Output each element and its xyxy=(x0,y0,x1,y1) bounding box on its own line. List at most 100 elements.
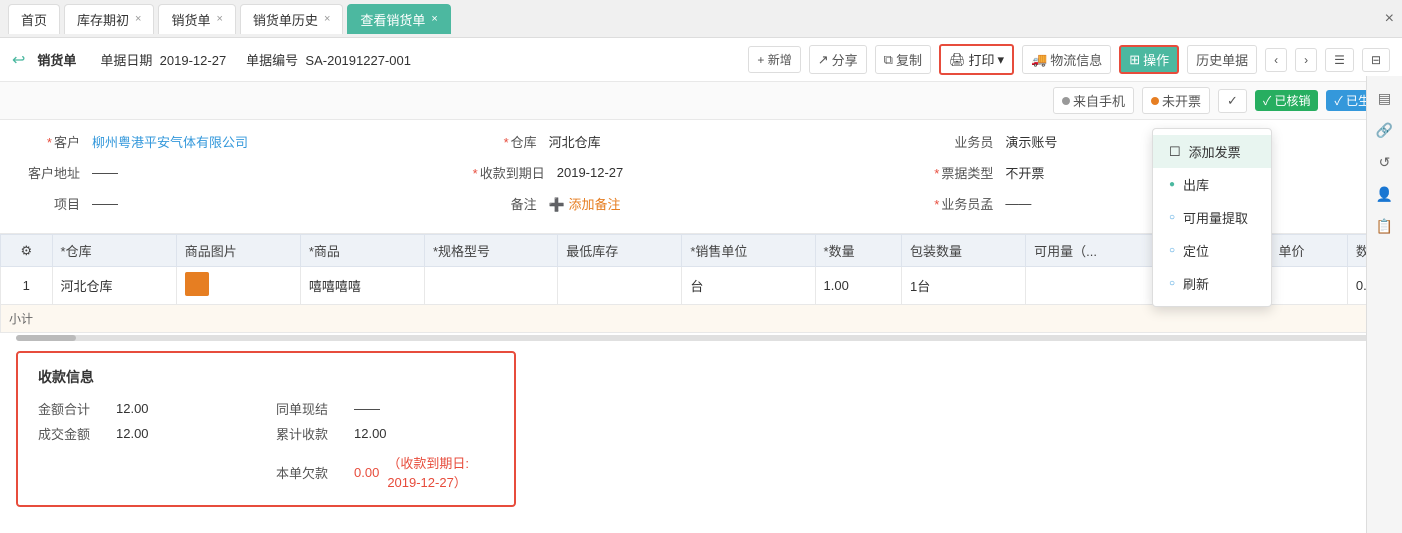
tab-sales-order[interactable]: 销货单 × xyxy=(158,4,235,34)
due-date-label: 收款到期日 xyxy=(473,163,551,182)
logistics-button[interactable]: 🚚 物流信息 xyxy=(1022,45,1111,74)
refresh-label: 刷新 xyxy=(1183,274,1209,293)
sidebar-icon-3[interactable]: ↺ xyxy=(1371,148,1399,176)
add-invoice-item[interactable]: ☐ 添加发票 xyxy=(1153,135,1271,168)
tab-home[interactable]: 首页 xyxy=(8,4,60,34)
arrears-label: 本单欠款 xyxy=(276,463,346,482)
close-sales-order[interactable]: × xyxy=(216,13,222,25)
project-value: —— xyxy=(86,194,266,213)
share-button[interactable]: ↗ 分享 xyxy=(809,45,867,74)
outbound-icon: ● xyxy=(1169,179,1175,190)
tab-inventory-init[interactable]: 库存期初 × xyxy=(64,4,154,34)
transaction-value: 12.00 xyxy=(116,426,149,441)
col-price: 单价 xyxy=(1270,235,1347,267)
truck-icon: 🚚 xyxy=(1031,52,1047,68)
doc-title: 销货单 xyxy=(37,50,76,69)
window-close-icon[interactable]: × xyxy=(1385,10,1394,28)
subtotal-row: 小计 xyxy=(1,305,1402,333)
available-qty-icon: ○ xyxy=(1169,212,1175,223)
col-warehouse: *仓库 xyxy=(52,235,176,267)
outbound-item[interactable]: ● 出库 xyxy=(1153,168,1271,201)
address-value: —— xyxy=(86,163,266,182)
warehouse-value: 河北仓库 xyxy=(543,130,723,153)
available-qty-item[interactable]: ○ 可用量提取 xyxy=(1153,201,1271,234)
operation-button[interactable]: ⊞ 操作 xyxy=(1119,45,1179,74)
cumulative-item: 累计收款 12.00 xyxy=(276,424,494,443)
staff-label: 业务员 xyxy=(929,132,999,151)
row-warehouse: 河北仓库 xyxy=(52,267,176,305)
tab-view-sales[interactable]: 查看销货单 × xyxy=(347,4,450,34)
from-phone-button[interactable]: 来自手机 xyxy=(1053,87,1134,114)
prev-button[interactable]: ‹ xyxy=(1265,48,1287,72)
main-toolbar: ↩ 销货单 单据日期 2019-12-27 单据编号 SA-20191227-0… xyxy=(0,38,1402,82)
number-label: 单据编号 SA-20191227-001 xyxy=(246,50,411,69)
close-sales-history[interactable]: × xyxy=(324,13,330,25)
project-label: 项目 xyxy=(16,194,86,213)
row-img xyxy=(176,267,300,305)
right-sidebar: ▤ 🔗 ↺ 👤 📋 ⛶ xyxy=(1366,76,1402,533)
row-spec xyxy=(424,267,557,305)
row-price xyxy=(1270,267,1347,305)
new-button[interactable]: + 新增 xyxy=(748,46,800,73)
refresh-item[interactable]: ○ 刷新 xyxy=(1153,267,1271,300)
product-image xyxy=(185,272,209,296)
sidebar-icon-5[interactable]: 📋 xyxy=(1371,212,1399,240)
grid-icon: ⊞ xyxy=(1129,52,1140,68)
invoice-dot-icon xyxy=(1151,97,1159,105)
outbound-label: 出库 xyxy=(1183,175,1209,194)
address-label: 客户地址 xyxy=(16,163,86,182)
operation-dropdown: ☐ 添加发票 ● 出库 ○ 可用量提取 ○ 定位 ○ 刷新 xyxy=(1152,128,1272,307)
share-icon: ↗ xyxy=(818,52,829,68)
transaction-label: 成交金额 xyxy=(38,424,108,443)
col-unit: *销售单位 xyxy=(682,235,815,267)
add-note-btn[interactable]: ➕ 添加备注 xyxy=(543,192,723,215)
print-dropdown-icon: ▾ xyxy=(998,52,1005,68)
col-available: 可用量（... xyxy=(1026,235,1170,267)
sub-toolbar: 来自手机 未开票 ✓ ✓ 已核销 ✓ 已生效 xyxy=(0,82,1402,120)
customer-value[interactable]: 柳州粤港平安气体有限公司 xyxy=(86,130,266,153)
tab-bar: 首页 库存期初 × 销货单 × 销货单历史 × 查看销货单 × × xyxy=(0,0,1402,38)
horizontal-scrollbar[interactable] xyxy=(16,335,1386,341)
plus-icon: ➕ xyxy=(549,197,565,212)
available-qty-label: 可用量提取 xyxy=(1183,208,1248,227)
arrears-value: 0.00 xyxy=(354,465,379,480)
due-date-value: 2019-12-27 xyxy=(551,163,731,182)
tab-inventory-label: 库存期初 xyxy=(77,10,129,29)
scrollbar-thumb[interactable] xyxy=(16,335,76,341)
close-inventory-init[interactable]: × xyxy=(135,13,141,25)
row-qty: 1.00 xyxy=(815,267,901,305)
row-unit: 台 xyxy=(682,267,815,305)
total-value: 12.00 xyxy=(116,401,149,416)
customer-label: 客户 xyxy=(16,132,86,151)
row-available xyxy=(1026,267,1170,305)
list-view-button[interactable]: ☰ xyxy=(1325,48,1354,72)
sidebar-icon-1[interactable]: ▤ xyxy=(1371,84,1399,112)
grid-view-button[interactable]: ⊟ xyxy=(1362,48,1390,72)
print-button[interactable]: 🖨 打印 ▾ xyxy=(939,44,1014,75)
not-open-button[interactable]: 未开票 xyxy=(1142,87,1210,114)
copy-button[interactable]: ⧉ 复制 xyxy=(875,45,931,74)
same-order-label: 同单现结 xyxy=(276,399,346,418)
total-label: 金额合计 xyxy=(38,399,108,418)
sidebar-icon-2[interactable]: 🔗 xyxy=(1371,116,1399,144)
refresh-icon: ○ xyxy=(1169,278,1175,289)
tab-view-sales-label: 查看销货单 xyxy=(360,10,425,29)
tab-sales-order-label: 销货单 xyxy=(171,10,210,29)
col-img: 商品图片 xyxy=(176,235,300,267)
row-min-stock xyxy=(558,267,682,305)
sidebar-icon-4[interactable]: 👤 xyxy=(1371,180,1399,208)
tab-sales-history-label: 销货单历史 xyxy=(253,10,318,29)
history-button[interactable]: 历史单据 xyxy=(1187,45,1257,74)
payment-title: 收款信息 xyxy=(38,367,494,387)
confirm-button[interactable]: ✓ xyxy=(1218,89,1247,113)
subtotal-label: 小计 xyxy=(1,305,1402,333)
locate-icon: ○ xyxy=(1169,245,1175,256)
col-product: *商品 xyxy=(300,235,424,267)
add-invoice-label: 添加发票 xyxy=(1189,142,1241,161)
date-value: 2019-12-27 xyxy=(160,53,227,68)
main-content: ↩ 销货单 单据日期 2019-12-27 单据编号 SA-20191227-0… xyxy=(0,38,1402,533)
next-button[interactable]: › xyxy=(1295,48,1317,72)
tab-sales-history[interactable]: 销货单历史 × xyxy=(240,4,343,34)
close-view-sales[interactable]: × xyxy=(431,13,437,25)
locate-item[interactable]: ○ 定位 xyxy=(1153,234,1271,267)
